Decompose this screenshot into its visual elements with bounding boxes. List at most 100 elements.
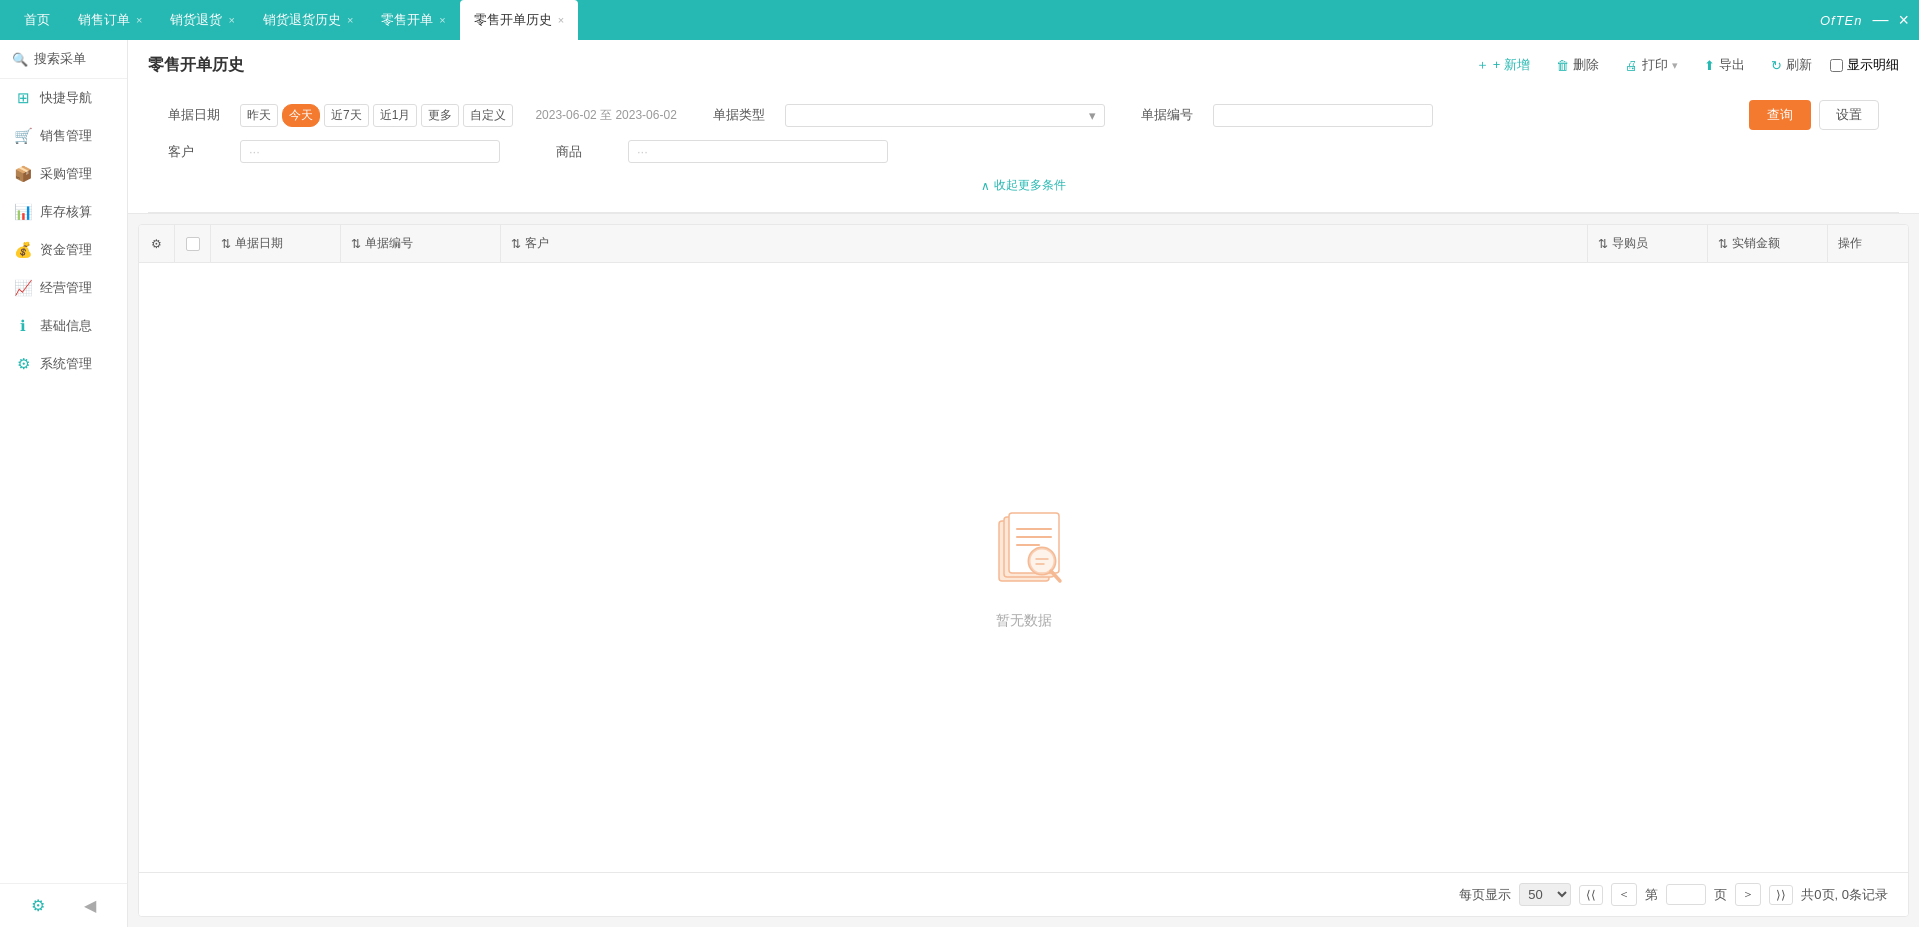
collapse-icon[interactable]: ◀: [84, 896, 96, 915]
display-detail-toggle[interactable]: 显示明细: [1830, 56, 1899, 74]
filter-actions: 查询 设置: [1749, 100, 1879, 130]
new-icon: ＋: [1476, 56, 1489, 74]
search-icon: 🔍: [12, 52, 28, 67]
next-page-btn[interactable]: ＞: [1735, 883, 1761, 906]
customer-label: 客户: [168, 143, 224, 161]
header-checkbox[interactable]: [186, 237, 200, 251]
refresh-button[interactable]: ↻ 刷新: [1763, 52, 1820, 78]
th-check[interactable]: [175, 225, 211, 262]
collapse-row[interactable]: ∧ 收起更多条件: [168, 173, 1879, 202]
empty-illustration: [974, 506, 1074, 596]
empty-state: 暂无数据: [139, 263, 1908, 872]
page-label-post: 页: [1714, 886, 1727, 904]
tab-retail-open-history[interactable]: 零售开单历史×: [460, 0, 578, 40]
sidebar-icon-finance: 💰: [14, 241, 32, 259]
sidebar-item-finance[interactable]: 💰资金管理: [0, 231, 127, 269]
sidebar-label-operations: 经营管理: [40, 279, 92, 297]
page-label-pre: 第: [1645, 886, 1658, 904]
delete-icon: 🗑: [1556, 58, 1569, 73]
th-num[interactable]: ⇅ 单据编号: [341, 225, 501, 262]
doc-type-select[interactable]: ▾: [785, 104, 1105, 127]
th-amount[interactable]: ⇅ 实销金额: [1708, 225, 1828, 262]
minimize-btn[interactable]: —: [1872, 11, 1888, 29]
tab-close-retail-open[interactable]: ×: [439, 14, 445, 26]
th-guide[interactable]: ⇅ 导购员: [1588, 225, 1708, 262]
sidebar-item-basic-info[interactable]: ℹ 基础信息: [0, 307, 127, 345]
sidebar-icon-operations: 📈: [14, 279, 32, 297]
sidebar-search-label: 搜索采单: [34, 50, 86, 68]
sidebar-icon-purchase-mgmt: 📦: [14, 165, 32, 183]
sidebar-icon-quick-nav: ⊞: [14, 89, 32, 107]
th-date[interactable]: ⇅ 单据日期: [211, 225, 341, 262]
sidebar-icon-basic-info: ℹ: [14, 317, 32, 335]
empty-text: 暂无数据: [996, 612, 1052, 630]
sidebar-label-inventory: 库存核算: [40, 203, 92, 221]
sidebar-item-sales-mgmt[interactable]: 🛒销售管理: [0, 117, 127, 155]
page-header: 零售开单历史 ＋ + 新增 🗑 删除 🖨 打印 ▾: [128, 40, 1919, 214]
tab-sales-return-history[interactable]: 销货退货历史×: [249, 0, 367, 40]
setting-button[interactable]: 设置: [1819, 100, 1879, 130]
tab-close-sales-return[interactable]: ×: [228, 14, 234, 26]
tab-sales-return[interactable]: 销货退货×: [156, 0, 248, 40]
last-page-btn[interactable]: ⟩⟩: [1769, 885, 1793, 905]
prev-page-btn[interactable]: ＜: [1611, 883, 1637, 906]
print-icon: 🖨: [1625, 58, 1638, 73]
new-button[interactable]: ＋ + 新增: [1468, 52, 1538, 78]
export-icon: ⬆: [1704, 58, 1715, 73]
tab-bar: 首页销售订单×销货退货×销货退货历史×零售开单×零售开单历史× OfTEn — …: [0, 0, 1919, 40]
th-action: 操作: [1828, 225, 1908, 262]
page-title: 零售开单历史: [148, 55, 244, 76]
date-btn-自定义[interactable]: 自定义: [463, 104, 513, 127]
page-input[interactable]: 1: [1666, 884, 1706, 905]
sidebar-label-quick-nav: 快捷导航: [40, 89, 92, 107]
sidebar-bottom: ⚙ ◀: [0, 883, 127, 927]
query-button[interactable]: 查询: [1749, 100, 1811, 130]
sidebar-label-basic-info: 基础信息: [40, 317, 92, 335]
th-customer[interactable]: ⇅ 客户: [501, 225, 1588, 262]
display-detail-checkbox[interactable]: [1830, 59, 1843, 72]
close-btn[interactable]: ×: [1898, 10, 1909, 31]
first-page-btn[interactable]: ⟨⟨: [1579, 885, 1603, 905]
sidebar-icon-inventory: 📊: [14, 203, 32, 221]
doc-type-label: 单据类型: [713, 106, 769, 124]
print-button[interactable]: 🖨 打印 ▾: [1617, 52, 1686, 78]
tab-close-sales-order[interactable]: ×: [136, 14, 142, 26]
sidebar-search[interactable]: 🔍 搜索采单: [0, 40, 127, 79]
date-btn-昨天[interactable]: 昨天: [240, 104, 278, 127]
date-btn-今天[interactable]: 今天: [282, 104, 320, 127]
customer-placeholder: ···: [249, 144, 260, 159]
sidebar-item-operations[interactable]: 📈 经营管理: [0, 269, 127, 307]
delete-button[interactable]: 🗑 删除: [1548, 52, 1607, 78]
date-btn-更多[interactable]: 更多: [421, 104, 459, 127]
customer-input[interactable]: ···: [240, 140, 500, 163]
sidebar-icon-system: ⚙: [14, 355, 32, 373]
sidebar-item-quick-nav[interactable]: ⊞ 快捷导航: [0, 79, 127, 117]
sidebar-item-system[interactable]: ⚙ 系统管理: [0, 345, 127, 383]
export-button[interactable]: ⬆ 导出: [1696, 52, 1753, 78]
sidebar-item-inventory[interactable]: 📊 库存核算: [0, 193, 127, 231]
table-area: ⚙ ⇅ 单据日期 ⇅ 单据编号 ⇅ 客户 ⇅ 导购员: [138, 224, 1909, 917]
content-area: 零售开单历史 ＋ + 新增 🗑 删除 🖨 打印 ▾: [128, 40, 1919, 927]
tab-close-sales-return-history[interactable]: ×: [347, 14, 353, 26]
refresh-icon: ↻: [1771, 58, 1782, 73]
per-page-select[interactable]: 102050100: [1519, 883, 1571, 906]
tab-close-retail-open-history[interactable]: ×: [558, 14, 564, 26]
doc-num-input[interactable]: [1213, 104, 1433, 127]
goods-placeholder: ···: [637, 144, 648, 159]
filter-area: 单据日期 昨天今天近7天近1月更多自定义 2023-06-02 至 2023-0…: [148, 90, 1899, 213]
doc-type-arrow: ▾: [1089, 108, 1096, 123]
sidebar-item-purchase-mgmt[interactable]: 📦 采购管理: [0, 155, 127, 193]
date-btn-近7天[interactable]: 近7天: [324, 104, 369, 127]
settings-icon[interactable]: ⚙: [31, 896, 45, 915]
window-controls: OfTEn — ×: [1820, 10, 1909, 31]
goods-input[interactable]: ···: [628, 140, 888, 163]
goods-label: 商品: [556, 143, 612, 161]
sidebar-label-system: 系统管理: [40, 355, 92, 373]
sidebar-label-purchase-mgmt: 采购管理: [40, 165, 92, 183]
tab-retail-open[interactable]: 零售开单×: [367, 0, 459, 40]
date-label: 单据日期: [168, 106, 224, 124]
tab-sales-order[interactable]: 销售订单×: [64, 0, 156, 40]
date-btn-近1月[interactable]: 近1月: [373, 104, 418, 127]
tab-home[interactable]: 首页: [10, 0, 64, 40]
th-gear[interactable]: ⚙: [139, 225, 175, 262]
